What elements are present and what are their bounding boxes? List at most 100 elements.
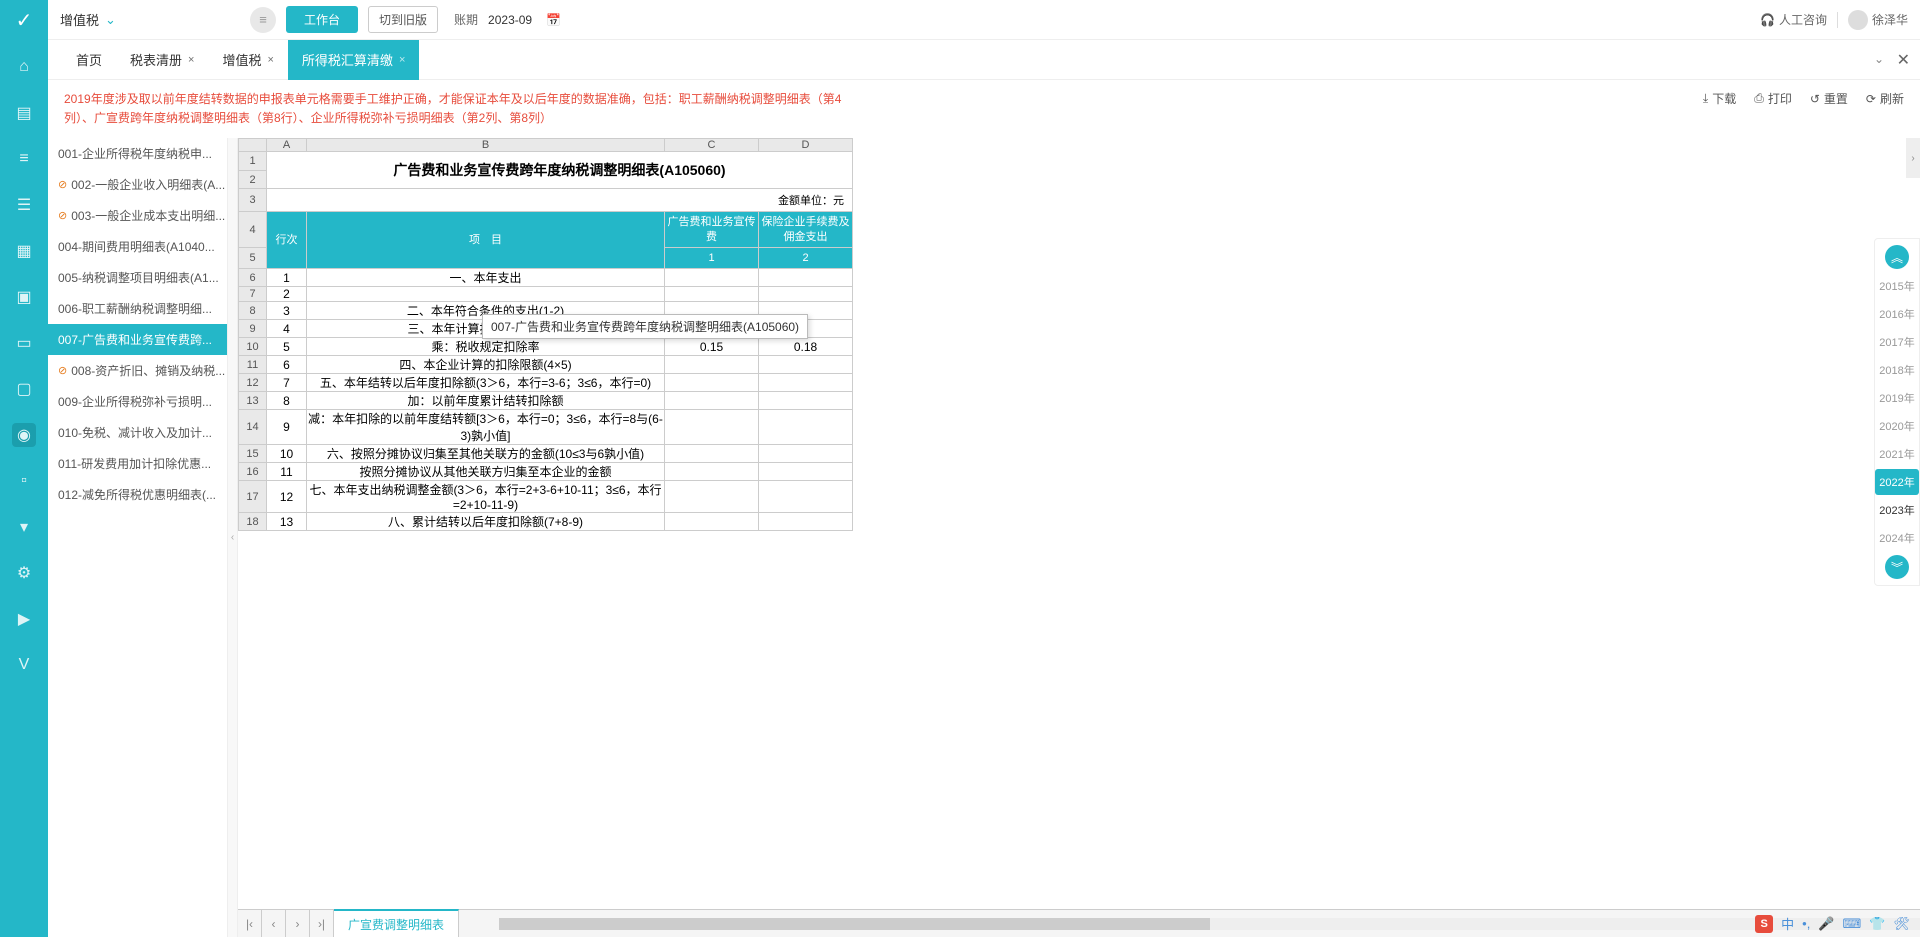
- cell-d[interactable]: [759, 374, 853, 392]
- cell-rownum[interactable]: 6: [267, 356, 307, 374]
- cell-c[interactable]: [665, 374, 759, 392]
- consult-link[interactable]: 🎧人工咨询: [1760, 11, 1827, 28]
- year-item[interactable]: 2022年: [1875, 469, 1918, 495]
- close-icon[interactable]: ×: [399, 54, 405, 66]
- close-all-icon[interactable]: ✕: [1897, 50, 1910, 70]
- cell-rownum[interactable]: 3: [267, 302, 307, 320]
- sheet-prev-icon[interactable]: ‹: [262, 910, 286, 937]
- cell-rownum[interactable]: 11: [267, 463, 307, 481]
- file-item[interactable]: 004-期间费用明细表(A1040...: [48, 231, 227, 262]
- cell-d[interactable]: [759, 410, 853, 445]
- cell-item[interactable]: 乘：税收规定扣除率: [307, 338, 665, 356]
- clipboard-icon[interactable]: ▦: [12, 239, 36, 263]
- cell-item[interactable]: 按照分摊协议从其他关联方归集至本企业的金额: [307, 463, 665, 481]
- reset-button[interactable]: ↺重置: [1810, 90, 1848, 107]
- row-header[interactable]: 6: [239, 269, 267, 287]
- workbench-button[interactable]: 工作台: [286, 6, 358, 33]
- cell-rownum[interactable]: 4: [267, 320, 307, 338]
- close-icon[interactable]: ×: [267, 54, 273, 66]
- v-icon[interactable]: V: [12, 653, 36, 677]
- bag-icon[interactable]: ☰: [12, 193, 36, 217]
- year-item[interactable]: 2021年: [1879, 441, 1914, 467]
- cell-d[interactable]: [759, 445, 853, 463]
- sheet-next-icon[interactable]: ›: [286, 910, 310, 937]
- year-down-icon[interactable]: ︾: [1885, 555, 1909, 579]
- year-item[interactable]: 2024年: [1879, 525, 1914, 551]
- cell-item[interactable]: 加：以前年度累计结转扣除额: [307, 392, 665, 410]
- year-item[interactable]: 2017年: [1879, 329, 1914, 355]
- cell-c[interactable]: [665, 287, 759, 302]
- row-header[interactable]: 16: [239, 463, 267, 481]
- toggle-button[interactable]: ≡: [250, 7, 276, 33]
- cell-item[interactable]: 一、本年支出: [307, 269, 665, 287]
- cell-item[interactable]: 六、按照分摊协议归集至其他关联方的金额(10≤3与6孰小值): [307, 445, 665, 463]
- year-item[interactable]: 2023年: [1879, 497, 1914, 523]
- ime-logo-icon[interactable]: S: [1755, 915, 1773, 933]
- report-icon[interactable]: ◉: [12, 423, 36, 447]
- file-item[interactable]: 003-一般企业成本支出明细...: [48, 200, 227, 231]
- cell-rownum[interactable]: 9: [267, 410, 307, 445]
- tab-overflow-icon[interactable]: ⌄: [1874, 52, 1884, 66]
- cell-c[interactable]: 0.15: [665, 338, 759, 356]
- row-header[interactable]: 17: [239, 481, 267, 513]
- cell-rownum[interactable]: 7: [267, 374, 307, 392]
- cell-d[interactable]: [759, 287, 853, 302]
- cell-item[interactable]: [307, 287, 665, 302]
- cell-c[interactable]: [665, 445, 759, 463]
- row-header[interactable]: 10: [239, 338, 267, 356]
- file-item[interactable]: 001-企业所得税年度纳税申...: [48, 138, 227, 169]
- year-item[interactable]: 2018年: [1879, 357, 1914, 383]
- year-item[interactable]: 2015年: [1879, 273, 1914, 299]
- chart-icon[interactable]: ≡: [12, 147, 36, 171]
- file-item[interactable]: 007-广告费和业务宣传费跨...: [48, 324, 227, 355]
- cell-d[interactable]: [759, 463, 853, 481]
- cell-item[interactable]: 五、本年结转以后年度扣除额(3＞6，本行=3-6；3≤6，本行=0): [307, 374, 665, 392]
- row-header[interactable]: 8: [239, 302, 267, 320]
- row-header[interactable]: 7: [239, 287, 267, 302]
- cell-rownum[interactable]: 1: [267, 269, 307, 287]
- ime-skin-icon[interactable]: 👕: [1869, 916, 1885, 932]
- switch-old-button[interactable]: 切到旧版: [368, 6, 438, 33]
- row-header[interactable]: 15: [239, 445, 267, 463]
- form-icon[interactable]: ▭: [12, 331, 36, 355]
- year-item[interactable]: 2019年: [1879, 385, 1914, 411]
- file-item[interactable]: 012-减免所得税优惠明细表(...: [48, 479, 227, 510]
- file-item[interactable]: 008-资产折旧、摊销及纳税...: [48, 355, 227, 386]
- collapse-handle[interactable]: ‹: [228, 138, 238, 937]
- file-item[interactable]: 009-企业所得税弥补亏损明...: [48, 386, 227, 417]
- export-icon[interactable]: ▫: [12, 469, 36, 493]
- sheet-first-icon[interactable]: |‹: [238, 910, 262, 937]
- period-value[interactable]: 2023-09: [488, 13, 532, 27]
- refresh-button[interactable]: ⟳刷新: [1866, 90, 1904, 107]
- video-icon[interactable]: ▶: [12, 607, 36, 631]
- file-item[interactable]: 006-职工薪酬纳税调整明细...: [48, 293, 227, 324]
- ime-punct-icon[interactable]: •,: [1802, 916, 1810, 931]
- inbox-icon[interactable]: ▾: [12, 515, 36, 539]
- row-header[interactable]: 9: [239, 320, 267, 338]
- row-header[interactable]: 14: [239, 410, 267, 445]
- cell-c[interactable]: [665, 356, 759, 374]
- col-header[interactable]: B: [307, 139, 665, 152]
- tax-icon[interactable]: ▣: [12, 285, 36, 309]
- row-header[interactable]: 12: [239, 374, 267, 392]
- year-item[interactable]: 2016年: [1879, 301, 1914, 327]
- cell-c[interactable]: [665, 513, 759, 531]
- cell-rownum[interactable]: 5: [267, 338, 307, 356]
- row-header[interactable]: 13: [239, 392, 267, 410]
- col-header[interactable]: A: [267, 139, 307, 152]
- tab-首页[interactable]: 首页: [62, 40, 116, 80]
- user-menu[interactable]: 徐泽华: [1848, 10, 1908, 30]
- calendar-icon[interactable]: ▢: [12, 377, 36, 401]
- file-item[interactable]: 005-纳税调整项目明细表(A1...: [48, 262, 227, 293]
- cell-c[interactable]: [665, 481, 759, 513]
- sheet-tab[interactable]: 广宣费调整明细表: [334, 909, 459, 937]
- cell-rownum[interactable]: 12: [267, 481, 307, 513]
- cell-rownum[interactable]: 10: [267, 445, 307, 463]
- tab-增值税[interactable]: 增值税×: [208, 40, 287, 80]
- col-header[interactable]: C: [665, 139, 759, 152]
- module-dropdown[interactable]: 增值税 ⌄: [60, 10, 240, 29]
- cell-d[interactable]: 0.18: [759, 338, 853, 356]
- file-item[interactable]: 002-一般企业收入明细表(A...: [48, 169, 227, 200]
- year-item[interactable]: 2020年: [1879, 413, 1914, 439]
- ime-tool-icon[interactable]: 🛠: [1893, 916, 1910, 932]
